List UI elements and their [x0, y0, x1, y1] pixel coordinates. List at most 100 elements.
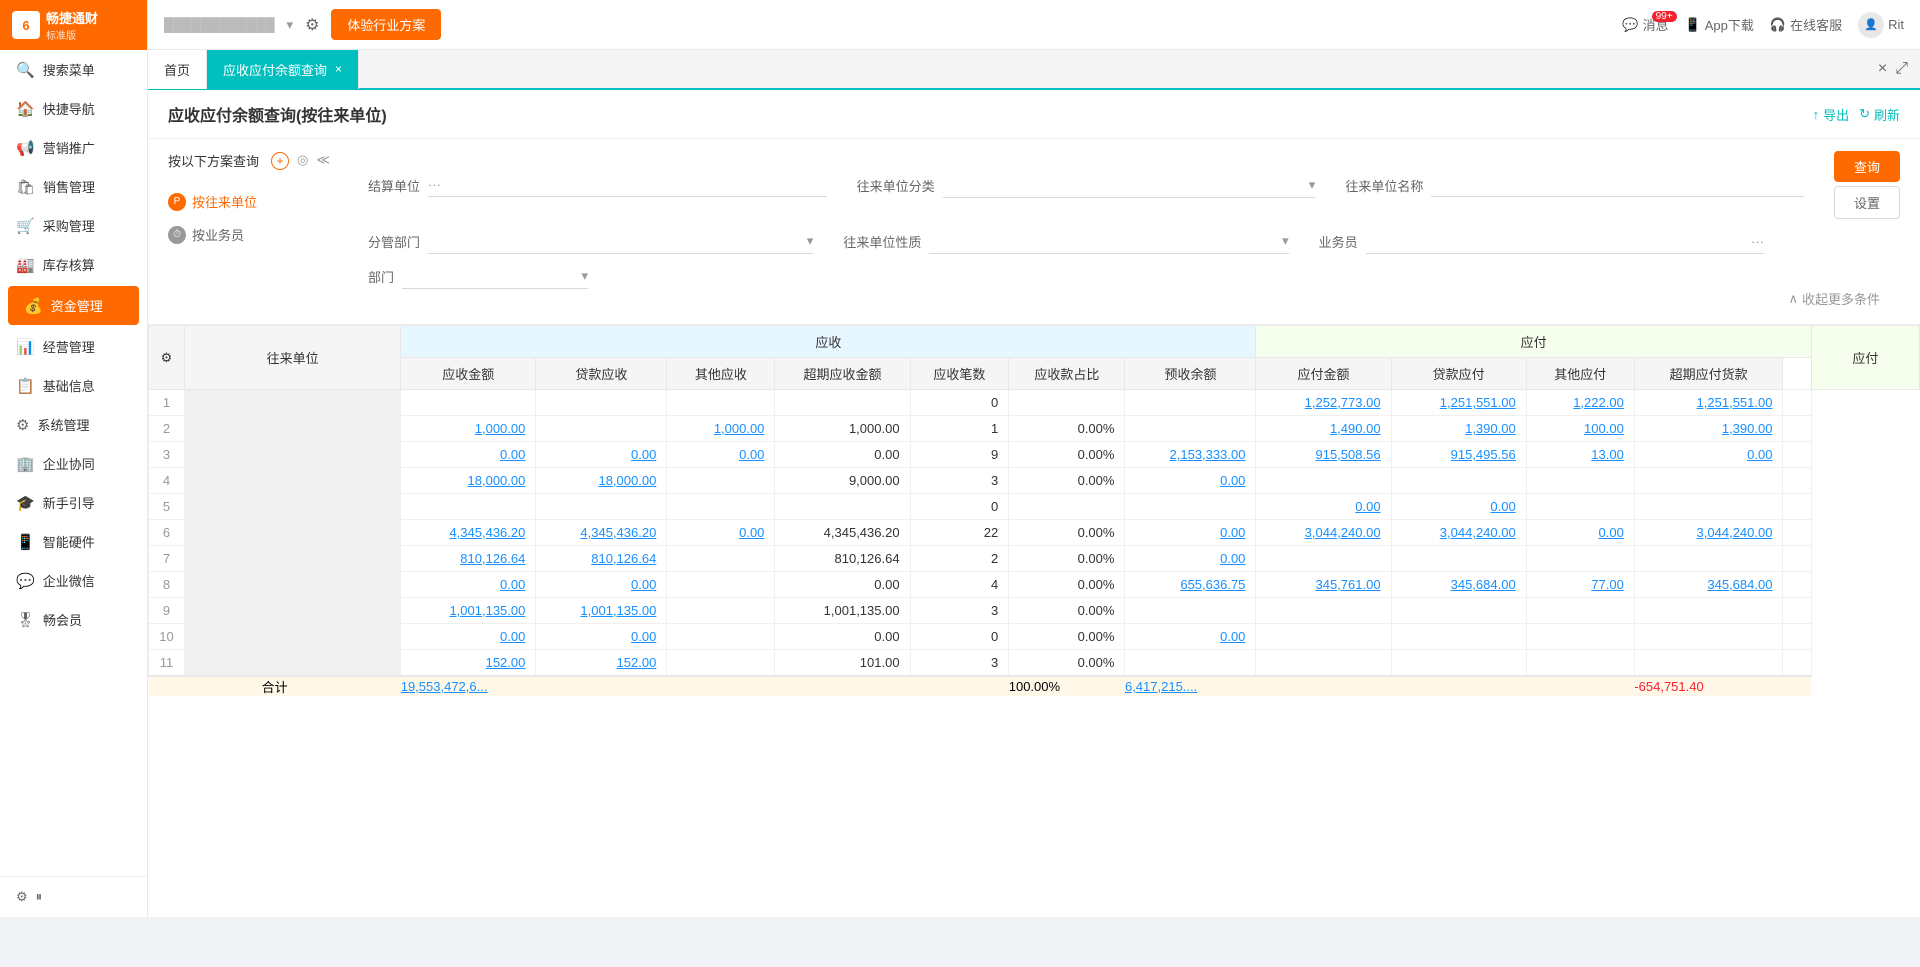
sidebar-item-guide[interactable]: 🎓 新手引导 [0, 483, 147, 522]
submenu-counterparty-label: 按往来单位 [192, 192, 257, 211]
col-loan-payable: 贷款应付 [1391, 358, 1526, 390]
counterparty-name [185, 520, 401, 546]
sidebar-label-search-menu: 搜索菜单 [43, 60, 95, 79]
filter-counterparty-type-select[interactable]: ▾ [943, 173, 1316, 198]
topbar-dropdown-icon[interactable]: ▾ [287, 17, 294, 33]
sidebar-item-system[interactable]: ⚙ 系统管理 [0, 405, 147, 444]
filter-submenu: P 按往来单位 ⏱ 按业务员 [168, 186, 368, 250]
counterparty-name [185, 650, 401, 677]
sidebar-label-vip: 畅会员 [43, 610, 82, 629]
window-expand-icon[interactable]: ⤢ [1895, 60, 1908, 78]
sidebar-item-vip[interactable]: 🎖 畅会员 [0, 600, 147, 639]
user-name: Rit [1888, 17, 1904, 32]
app-download[interactable]: 📱 App下载 [1685, 15, 1754, 34]
filter-counterparty-name: 往来单位名称 [1345, 173, 1804, 197]
online-support[interactable]: 🎧 在线客服 [1770, 15, 1842, 34]
refresh-button[interactable]: ↻ 刷新 [1859, 105, 1900, 124]
filter-counterparty-nature: 往来单位性质 ▾ [843, 229, 1288, 254]
counterparty-name [185, 598, 401, 624]
sidebar-item-enterprise-wechat[interactable]: 💬 企业微信 [0, 561, 147, 600]
tab-actions: × ⤢ [1878, 60, 1920, 78]
col-group-receivable: 应收 [401, 326, 1256, 358]
footer-advance-balance[interactable]: 6,417,215.... [1125, 676, 1256, 696]
search-menu-icon: 🔍 [16, 61, 35, 79]
sidebar-item-sales[interactable]: 🛍 销售管理 [0, 167, 147, 206]
sidebar-item-quick-nav[interactable]: 🏠 快捷导航 [0, 89, 147, 128]
topbar-settings-icon[interactable]: ⚙ [305, 15, 319, 35]
export-button[interactable]: ↑ 导出 [1813, 105, 1850, 124]
footer-receivable-amount[interactable]: 19,553,472,6... [401, 676, 536, 696]
solution-button[interactable]: 体验行业方案 [331, 9, 441, 40]
col-settings[interactable]: ⚙ [149, 326, 185, 390]
footer-other-payable [1526, 676, 1634, 696]
sidebar-item-finance[interactable]: 💰 资金管理 [8, 286, 139, 325]
sidebar-item-enterprise[interactable]: 🏢 企业协同 [0, 444, 147, 483]
user-info[interactable]: 👤 Rit [1858, 12, 1904, 38]
col-advance-balance: 预收余额 [1125, 358, 1256, 390]
finance-icon: 💰 [24, 297, 43, 315]
filter-back-icon[interactable]: ≪ [316, 152, 330, 170]
inventory-icon: 🏭 [16, 256, 35, 274]
filter-settlement-dots[interactable]: ··· [428, 173, 827, 197]
tab-receivable[interactable]: 应收应付余额查询 × [207, 49, 359, 89]
topbar: ████████████ ▾ ⚙ 体验行业方案 💬 消息 99+ 📱 App下载… [148, 0, 1920, 50]
sidebar-settings-icon[interactable]: ⚙ [16, 889, 28, 905]
sidebar-item-search-menu[interactable]: 🔍 搜索菜单 [0, 50, 147, 89]
setting-button[interactable]: 设置 [1834, 186, 1900, 219]
footer-loan-payable [1391, 676, 1526, 696]
filter-settings-icon[interactable]: ◎ [297, 152, 308, 170]
quick-nav-icon: 🏠 [16, 100, 35, 118]
table-row: 64,345,436.204,345,436.200.004,345,436.2… [149, 520, 1920, 546]
notifications-badge[interactable]: 💬 消息 99+ [1622, 15, 1668, 34]
filter-row-2: 分管部门 ▾ 往来单位性质 ▾ 业务员 ··· [368, 229, 1900, 254]
table-row: 101,252,773.001,251,551.001,222.001,251,… [149, 390, 1920, 416]
sales-icon: 🛍 [16, 178, 35, 196]
tab-close-icon[interactable]: × [335, 62, 342, 76]
window-close-icon[interactable]: × [1878, 60, 1887, 78]
filter-subdept: 部门 ▾ [368, 264, 588, 289]
table-row: 30.000.000.000.0090.00%2,153,333.00915,5… [149, 442, 1920, 468]
sidebar-label-finance: 资金管理 [51, 296, 103, 315]
collapse-more-btn[interactable]: ∧ 收起更多条件 [168, 289, 1900, 312]
data-table-container: ⚙ 往来单位 应收 应付 应付 应收金额 [148, 325, 1920, 917]
sidebar-label-enterprise-wechat: 企业微信 [43, 571, 95, 590]
submenu-by-salesperson[interactable]: ⏱ 按业务员 [168, 219, 368, 250]
col-receivable-ratio: 应收款占比 [1009, 358, 1125, 390]
col-overdue-payable: 超期应付货款 [1634, 358, 1783, 390]
query-button[interactable]: 查询 [1834, 151, 1900, 182]
subdept-chevron-icon: ▾ [581, 268, 588, 284]
counterparty-name [185, 468, 401, 494]
counterparty-name-input[interactable] [1431, 173, 1804, 197]
filter-row-3: 部门 ▾ [368, 264, 1900, 289]
sidebar-item-basic-info[interactable]: 📋 基础信息 [0, 366, 147, 405]
sidebar-item-smart-hw[interactable]: 📱 智能硬件 [0, 522, 147, 561]
sidebar-label-marketing: 营销推广 [43, 138, 95, 157]
footer-other-receivable [667, 676, 775, 696]
avatar: 👤 [1858, 12, 1884, 38]
filter-salesperson-dots[interactable]: ··· [1366, 230, 1764, 254]
filter-nature-select[interactable]: ▾ [929, 229, 1288, 254]
col-receivable-amount: 应收金额 [401, 358, 536, 390]
enterprise-icon: 🏢 [16, 455, 35, 473]
smart-hw-icon: 📱 [16, 533, 35, 551]
filter-nature-label: 往来单位性质 [843, 232, 921, 251]
filter-dept-select[interactable]: ▾ [428, 229, 813, 254]
table-settings-icon[interactable]: ⚙ [161, 350, 173, 365]
tab-receivable-label: 应收应付余额查询 [223, 60, 327, 79]
sidebar-item-marketing[interactable]: 📢 营销推广 [0, 128, 147, 167]
sidebar-item-operations[interactable]: 📊 经营管理 [0, 327, 147, 366]
sidebar-item-inventory[interactable]: 🏭 库存核算 [0, 245, 147, 284]
filter-counterparty-type-label: 往来单位分类 [857, 176, 935, 195]
filter-add-icon[interactable]: + [271, 152, 289, 170]
counterparty-name [185, 442, 401, 468]
filter-subdept-select[interactable]: ▾ [402, 264, 588, 289]
query-buttons: 查询 设置 [1834, 151, 1900, 219]
submenu-by-counterparty[interactable]: P 按往来单位 [168, 186, 368, 217]
filter-dept: 分管部门 ▾ [368, 229, 813, 254]
submenu-counterparty-icon: P [168, 193, 186, 211]
footer-overdue-receivable [775, 676, 910, 696]
tab-home[interactable]: 首页 [148, 49, 207, 89]
sidebar-collapse-icon[interactable]: ⏸ [36, 889, 43, 905]
sidebar-item-purchase[interactable]: 🛒 采购管理 [0, 206, 147, 245]
dept-chevron-icon: ▾ [807, 233, 814, 249]
